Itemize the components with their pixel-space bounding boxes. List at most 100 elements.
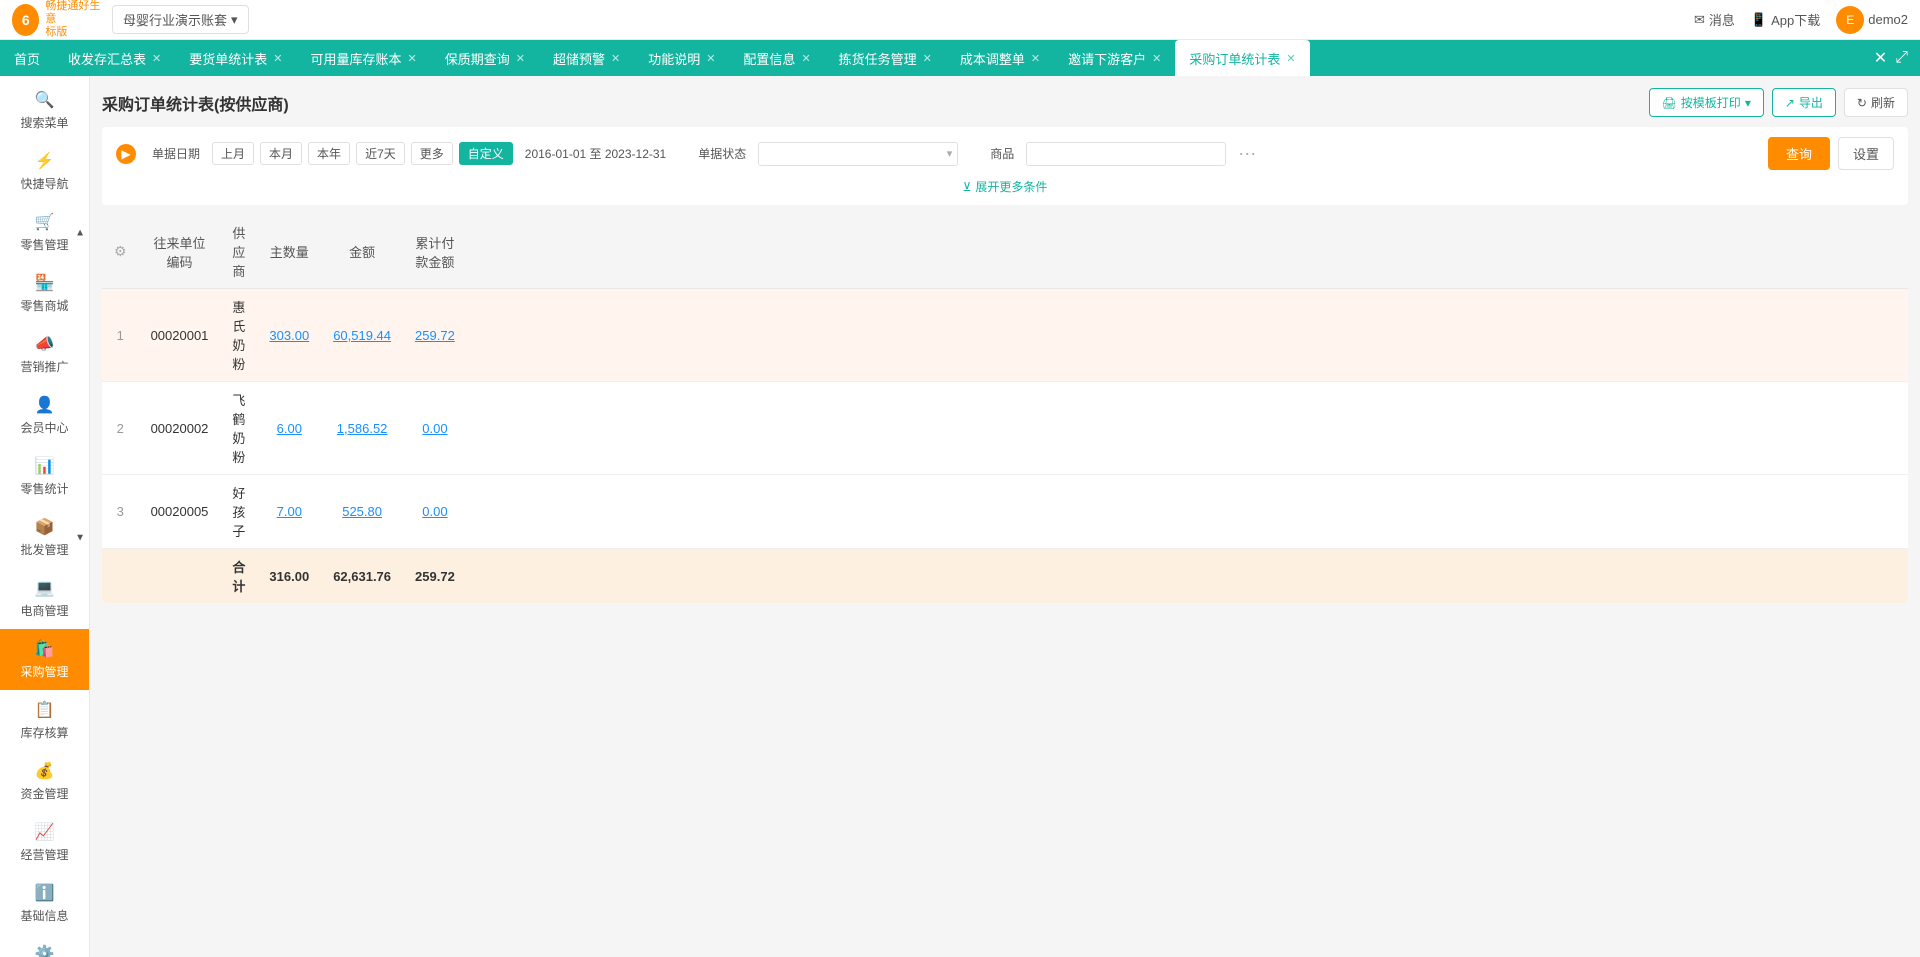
chart-icon: 📊: [35, 456, 55, 476]
row-qty[interactable]: 6.00: [257, 382, 321, 475]
row-amount[interactable]: 1,586.52: [321, 382, 403, 475]
tab-config[interactable]: 配置信息 ✕: [729, 40, 824, 76]
clipboard-icon: 📋: [35, 700, 55, 720]
tab-function-desc[interactable]: 功能说明 ✕: [634, 40, 729, 76]
sidebar-item-retail-stats[interactable]: 📊 零售统计: [0, 446, 89, 507]
export-icon: ↗: [1785, 96, 1795, 110]
sidebar-item-inventory[interactable]: 📋 库存核算: [0, 690, 89, 751]
date-btn-more[interactable]: 更多: [411, 142, 453, 165]
page-title: 采购订单统计表(按供应商): [102, 91, 289, 115]
close-icon[interactable]: ✕: [1152, 52, 1161, 65]
sidebar-item-ecommerce[interactable]: 💻 电商管理: [0, 568, 89, 629]
close-icon[interactable]: ✕: [1286, 52, 1295, 65]
row-supplier: 惠氏奶粉: [220, 289, 257, 382]
tab-home[interactable]: 首页: [0, 40, 54, 76]
close-icon[interactable]: ✕: [801, 52, 810, 65]
close-icon[interactable]: ✕: [1874, 48, 1887, 68]
search-button[interactable]: 查询: [1768, 137, 1830, 170]
date-btn-last-month[interactable]: 上月: [212, 142, 254, 165]
sidebar-item-wholesale-mgmt[interactable]: 📦 批发管理 ▼: [0, 507, 89, 568]
megaphone-icon: 📣: [35, 334, 55, 354]
row-paid[interactable]: 0.00: [403, 382, 467, 475]
date-btn-custom[interactable]: 自定义: [459, 142, 513, 165]
footer-paid: 259.72: [403, 549, 467, 604]
tab-receive-send[interactable]: 收发存汇总表 ✕: [54, 40, 175, 76]
template-print-button[interactable]: 🖨 按模板打印 ▾: [1649, 88, 1764, 117]
tab-purchase-order-stats[interactable]: 采购订单统计表 ✕: [1175, 40, 1309, 76]
tab-shelf-life[interactable]: 保质期查询 ✕: [431, 40, 539, 76]
footer-amount: 62,631.76: [321, 549, 403, 604]
tab-overstock[interactable]: 超储预警 ✕: [539, 40, 634, 76]
close-icon[interactable]: ✕: [706, 52, 715, 65]
filter-toggle-btn[interactable]: ▶: [116, 144, 136, 164]
row-amount[interactable]: 60,519.44: [321, 289, 403, 382]
sidebar-item-search[interactable]: 🔍 搜索菜单: [0, 80, 89, 141]
sidebar-item-system[interactable]: ⚙️ 系统管理: [0, 934, 89, 957]
expand-icon[interactable]: ⤢: [1895, 49, 1908, 67]
tab-invite-downstream[interactable]: 邀请下游客户 ✕: [1054, 40, 1175, 76]
app-download-btn[interactable]: 📱 App下载: [1751, 10, 1820, 29]
sidebar-item-quick-nav[interactable]: ⚡ 快捷导航: [0, 141, 89, 202]
tab-order-stats[interactable]: 要货单统计表 ✕: [175, 40, 296, 76]
row-supplier: 飞鹤奶粉: [220, 382, 257, 475]
phone-icon: 📱: [1751, 12, 1767, 28]
nav-close-all[interactable]: ✕ ⤢: [1862, 48, 1920, 68]
close-icon[interactable]: ✕: [516, 52, 525, 65]
tab-available-stock[interactable]: 可用量库存账本 ✕: [296, 40, 430, 76]
money-icon: 💰: [35, 761, 55, 781]
tab-cost-adjust[interactable]: 成本调整单 ✕: [946, 40, 1054, 76]
expand-more-btn[interactable]: ⊻ 展开更多条件: [963, 178, 1048, 195]
sidebar-item-retail-mall[interactable]: 🏪 零售商城: [0, 263, 89, 324]
footer-qty: 316.00: [257, 549, 321, 604]
trending-icon: 📈: [35, 822, 55, 842]
sidebar-item-member-center[interactable]: 👤 会员中心: [0, 385, 89, 446]
sidebar-item-purchase-mgmt[interactable]: 🛍️ 采购管理: [0, 629, 89, 690]
row-amount[interactable]: 525.80: [321, 475, 403, 549]
setting-button[interactable]: 设置: [1838, 137, 1894, 170]
date-label: 单据日期: [152, 145, 200, 162]
computer-icon: 💻: [35, 578, 55, 598]
user-area[interactable]: E demo2: [1836, 6, 1908, 34]
date-btn-this-month[interactable]: 本月: [260, 142, 302, 165]
date-btn-7days[interactable]: 近7天: [356, 142, 405, 165]
status-select-wrapper: [758, 142, 958, 166]
sidebar-item-operations[interactable]: 📈 经营管理: [0, 812, 89, 873]
row-qty[interactable]: 303.00: [257, 289, 321, 382]
message-btn[interactable]: ✉ 消息: [1694, 10, 1735, 29]
table-row: 1 00020001 惠氏奶粉 303.00 60,519.44 259.72: [102, 289, 1908, 382]
export-button[interactable]: ↗ 导出: [1772, 88, 1836, 117]
row-index: 2: [102, 382, 139, 475]
sidebar-item-marketing[interactable]: 📣 营销推广: [0, 324, 89, 385]
status-label: 单据状态: [698, 145, 746, 162]
row-code: 00020001: [139, 289, 221, 382]
goods-input[interactable]: [1026, 142, 1226, 166]
date-btn-this-year[interactable]: 本年: [308, 142, 350, 165]
refresh-button[interactable]: ↻ 刷新: [1844, 88, 1908, 117]
close-icon[interactable]: ✕: [152, 52, 161, 65]
data-table-wrap: ⚙ 往来单位编码 供应商 主数量 金额 累计付款金额 1 00020001 惠氏…: [102, 215, 1908, 603]
box-icon: 📦: [35, 517, 55, 537]
row-qty[interactable]: 7.00: [257, 475, 321, 549]
col-supplier: 供应商: [220, 215, 257, 289]
row-paid[interactable]: 259.72: [403, 289, 467, 382]
status-select[interactable]: [758, 142, 958, 166]
logo-icon: 6: [12, 4, 39, 36]
sidebar-item-retail-mgmt[interactable]: 🛒 零售管理 ▲: [0, 202, 89, 263]
settings-icon[interactable]: ⚙: [114, 243, 127, 259]
close-icon[interactable]: ✕: [611, 52, 620, 65]
table-footer-row: 合计 316.00 62,631.76 259.72: [102, 549, 1908, 604]
app-label: App下载: [1771, 10, 1820, 29]
row-code: 00020002: [139, 382, 221, 475]
close-icon[interactable]: ✕: [408, 52, 417, 65]
more-options-icon[interactable]: ···: [1238, 144, 1256, 162]
sidebar-item-basic-info[interactable]: ℹ️ 基础信息: [0, 873, 89, 934]
cart-icon: 🛒: [35, 212, 55, 232]
row-paid[interactable]: 0.00: [403, 475, 467, 549]
workspace-selector[interactable]: 母婴行业演示账套 ▾: [112, 5, 249, 34]
close-icon[interactable]: ✕: [1031, 52, 1040, 65]
close-icon[interactable]: ✕: [273, 52, 282, 65]
tab-pick-task[interactable]: 拣货任务管理 ✕: [825, 40, 946, 76]
filter-area: ▶ 单据日期 上月 本月 本年 近7天 更多 自定义 2016-01-01 至 …: [102, 127, 1908, 205]
close-icon[interactable]: ✕: [923, 52, 932, 65]
sidebar-item-funds[interactable]: 💰 资金管理: [0, 751, 89, 812]
